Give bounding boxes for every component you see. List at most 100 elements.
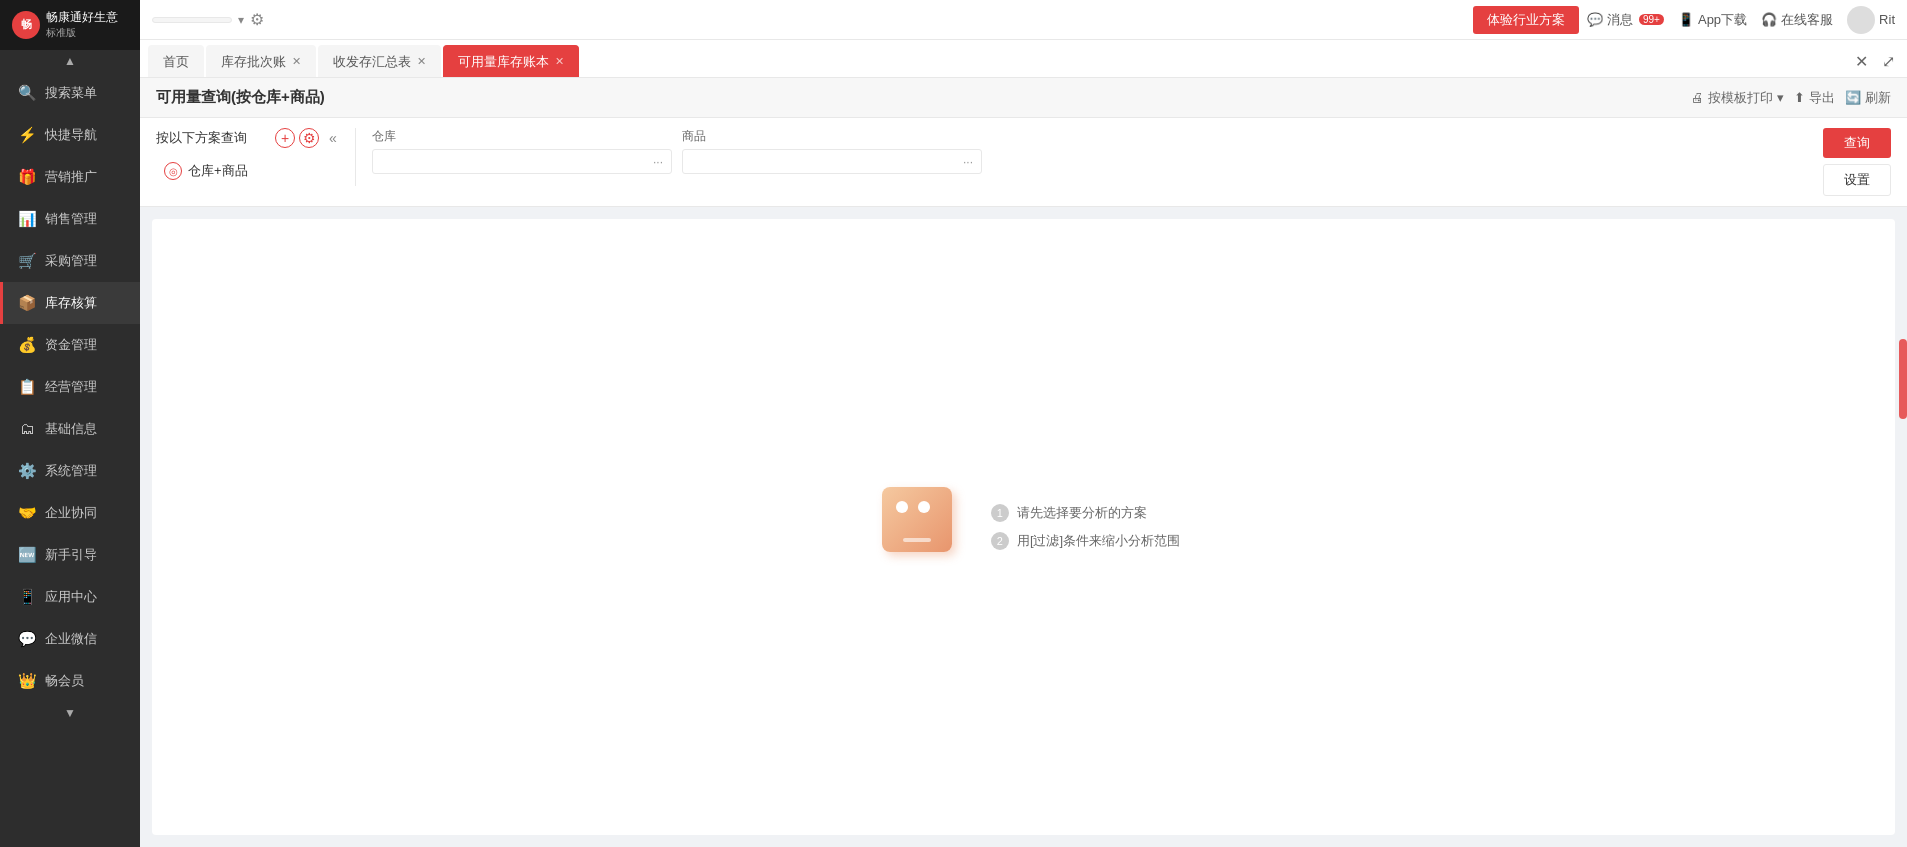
sidebar-item-basic-info[interactable]: 🗂 基础信息	[0, 408, 140, 450]
sidebar-item-label: 销售管理	[45, 210, 97, 228]
search-icon: 🔍	[17, 84, 37, 102]
sidebar-scroll-up[interactable]: ▲	[0, 50, 140, 72]
warehouse-input-wrap: ···	[372, 149, 672, 174]
sidebar-item-label: 经营管理	[45, 378, 97, 396]
sidebar-item-member[interactable]: 👑 畅会员	[0, 660, 140, 702]
tab-home-label: 首页	[163, 53, 189, 71]
sidebar-item-purchase[interactable]: 🛒 采购管理	[0, 240, 140, 282]
chart-icon: 📊	[17, 210, 37, 228]
sidebar-item-newbie[interactable]: 🆕 新手引导	[0, 534, 140, 576]
sidebar-scroll-down[interactable]: ▼	[0, 702, 140, 724]
online-service-action[interactable]: 🎧 在线客服	[1761, 11, 1833, 29]
online-service-label: 在线客服	[1781, 11, 1833, 29]
tab-available-ledger[interactable]: 可用量库存账本 ✕	[443, 45, 579, 77]
goods-input-wrap: ···	[682, 149, 982, 174]
page-title-bar: 可用量查询(按仓库+商品) 🖨 按模板打印 ▾ ⬆ 导出 🔄 刷新	[140, 78, 1907, 118]
tip-number-2: 2	[991, 532, 1009, 550]
user-avatar[interactable]: Rit	[1847, 6, 1895, 34]
scheme-header-label: 按以下方案查询	[156, 129, 247, 147]
sidebar-item-label: 畅会员	[45, 672, 84, 690]
empty-content: 1 请先选择要分析的方案 2 用[过滤]条件来缩小分析范围	[867, 477, 1180, 577]
sidebar-item-quick-nav[interactable]: ⚡ 快捷导航	[0, 114, 140, 156]
sidebar-item-label: 新手引导	[45, 546, 97, 564]
sidebar-item-system[interactable]: ⚙️ 系统管理	[0, 450, 140, 492]
trial-button[interactable]: 体验行业方案	[1473, 6, 1579, 34]
header-gear-icon[interactable]: ⚙	[250, 10, 264, 29]
page-title-actions: 🖨 按模板打印 ▾ ⬆ 导出 🔄 刷新	[1691, 89, 1891, 107]
empty-state: 1 请先选择要分析的方案 2 用[过滤]条件来缩小分析范围	[152, 219, 1895, 835]
sidebar-item-label: 企业协同	[45, 504, 97, 522]
sidebar-item-label: 应用中心	[45, 588, 97, 606]
sidebar-item-sales[interactable]: 📊 销售管理	[0, 198, 140, 240]
page-content: 可用量查询(按仓库+商品) 🖨 按模板打印 ▾ ⬆ 导出 🔄 刷新	[140, 78, 1907, 847]
sidebar-item-label: 采购管理	[45, 252, 97, 270]
goods-label: 商品	[682, 128, 982, 145]
tab-batch-ledger[interactable]: 库存批次账 ✕	[206, 45, 316, 77]
message-badge: 99+	[1639, 14, 1664, 25]
export-button[interactable]: ⬆ 导出	[1794, 89, 1835, 107]
scheme-settings-button[interactable]: ⚙	[299, 128, 319, 148]
mobile-download-icon: 📱	[1678, 12, 1694, 27]
scheme-item-warehouse-goods[interactable]: ◎ 仓库+商品	[156, 156, 343, 186]
sidebar-brand: 畅康通好生意 标准版	[46, 10, 118, 40]
tab-available-ledger-close[interactable]: ✕	[555, 55, 564, 68]
goods-more-icon[interactable]: ···	[963, 155, 973, 169]
tab-receipt-summary-close[interactable]: ✕	[417, 55, 426, 68]
sidebar-logo: 畅	[12, 11, 40, 39]
sidebar-item-search[interactable]: 🔍 搜索菜单	[0, 72, 140, 114]
headset-icon: 🎧	[1761, 12, 1777, 27]
message-action[interactable]: 💬 消息 99+	[1587, 11, 1664, 29]
app-download-action[interactable]: 📱 App下载	[1678, 11, 1747, 29]
sidebar-item-finance[interactable]: 💰 资金管理	[0, 324, 140, 366]
breadcrumb-chevron-icon[interactable]: ▾	[238, 13, 244, 27]
filter-schemes-header: 按以下方案查询 + ⚙ «	[156, 128, 343, 148]
handshake-icon: 🤝	[17, 504, 37, 522]
sidebar-item-inventory[interactable]: 📦 库存核算	[0, 282, 140, 324]
tab-home[interactable]: 首页	[148, 45, 204, 77]
tab-available-ledger-label: 可用量库存账本	[458, 53, 549, 71]
gear-icon: ⚙️	[17, 462, 37, 480]
sidebar-item-enterprise-wx[interactable]: 💬 企业微信	[0, 618, 140, 660]
clipboard-icon: 📋	[17, 378, 37, 396]
tab-batch-ledger-close[interactable]: ✕	[292, 55, 301, 68]
chat-icon: 💬	[17, 630, 37, 648]
new-icon: 🆕	[17, 546, 37, 564]
message-icon: 💬	[1587, 12, 1603, 27]
refresh-button[interactable]: 🔄 刷新	[1845, 89, 1891, 107]
print-label: 按模板打印	[1708, 89, 1773, 107]
tip-text-1: 请先选择要分析的方案	[1017, 504, 1147, 522]
tabs-bar: 首页 库存批次账 ✕ 收发存汇总表 ✕ 可用量库存账本 ✕ ✕ ⤢	[140, 40, 1907, 78]
print-icon: 🖨	[1691, 90, 1704, 105]
top-header-left: ▾ ⚙	[152, 10, 1465, 29]
empty-icon	[867, 477, 967, 577]
sidebar-item-marketing[interactable]: 🎁 营销推广	[0, 156, 140, 198]
warehouse-label: 仓库	[372, 128, 672, 145]
sidebar-subtitle: 标准版	[46, 26, 118, 40]
sidebar-item-label: 搜索菜单	[45, 84, 97, 102]
tab-receipt-summary[interactable]: 收发存汇总表 ✕	[318, 45, 441, 77]
avatar	[1847, 6, 1875, 34]
scheme-warehouse-icon: ◎	[164, 162, 182, 180]
scheme-add-button[interactable]: +	[275, 128, 295, 148]
filter-settings-button[interactable]: 设置	[1823, 164, 1891, 196]
sidebar-item-cooperation[interactable]: 🤝 企业协同	[0, 492, 140, 534]
sidebar-item-label: 企业微信	[45, 630, 97, 648]
tab-batch-ledger-label: 库存批次账	[221, 53, 286, 71]
scheme-collapse-button[interactable]: «	[323, 128, 343, 148]
refresh-label: 刷新	[1865, 89, 1891, 107]
sidebar-item-label: 快捷导航	[45, 126, 97, 144]
warehouse-input[interactable]	[381, 154, 649, 169]
message-label: 消息	[1607, 11, 1633, 29]
warehouse-more-icon[interactable]: ···	[653, 155, 663, 169]
sidebar-item-operations[interactable]: 📋 经营管理	[0, 366, 140, 408]
tab-maximize-button[interactable]: ⤢	[1878, 50, 1899, 73]
query-button[interactable]: 查询	[1823, 128, 1891, 158]
sidebar-header: 畅 畅康通好生意 标准版	[0, 0, 140, 50]
goods-input[interactable]	[691, 154, 959, 169]
tab-close-button[interactable]: ✕	[1851, 50, 1872, 73]
print-button[interactable]: 🖨 按模板打印 ▾	[1691, 89, 1784, 107]
print-chevron-icon[interactable]: ▾	[1777, 90, 1784, 105]
right-scrollbar[interactable]	[1899, 339, 1907, 419]
cart-icon: 🛒	[17, 252, 37, 270]
sidebar-item-app-center[interactable]: 📱 应用中心	[0, 576, 140, 618]
